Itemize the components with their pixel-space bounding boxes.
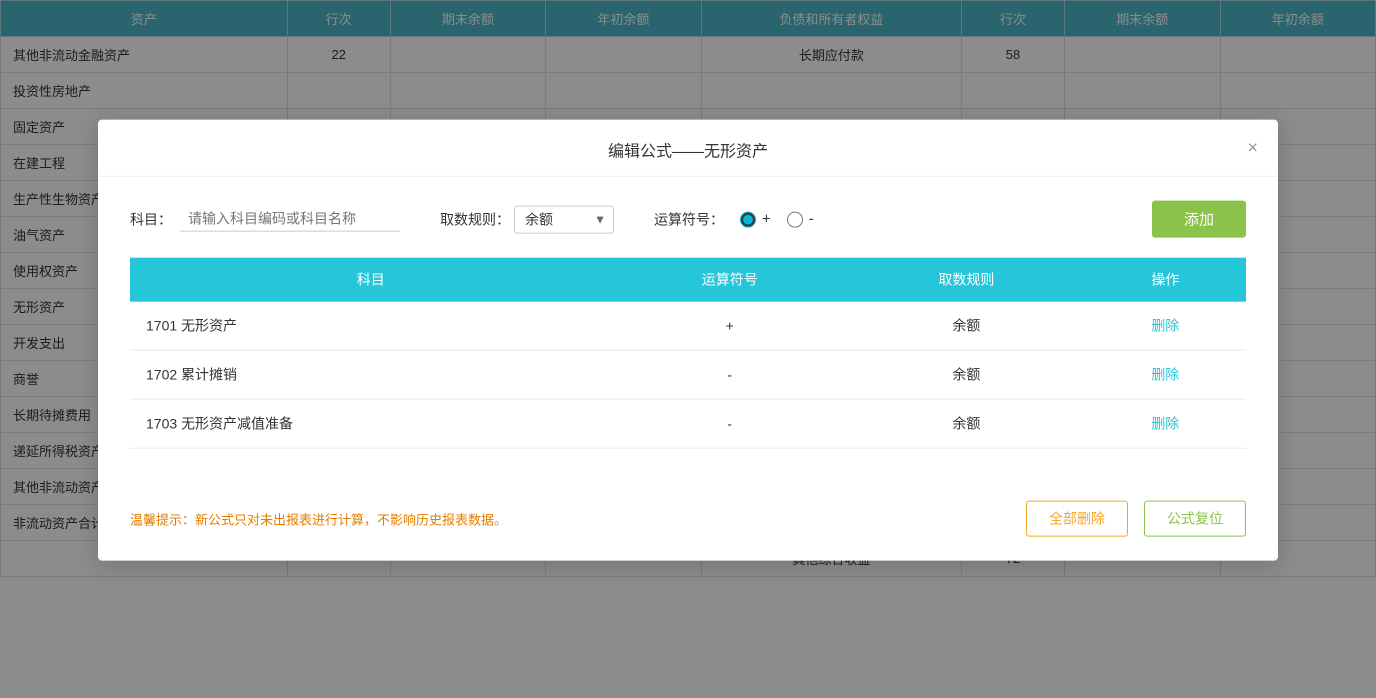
formula-form-row: 科目： 取数规则： 余额 借方 贷方 借方累计 贷方累计 ▼ 运算符号 xyxy=(130,201,1246,238)
table-header-row: 科目 运算符号 取数规则 操作 xyxy=(130,258,1246,302)
radio-minus-input[interactable] xyxy=(787,211,803,227)
modal-header: 编辑公式——无形资产 × xyxy=(98,120,1278,177)
rule-label: 取数规则： xyxy=(440,209,510,229)
formula-table: 科目 运算符号 取数规则 操作 1701 无形资产+余额删除1702 累计摊销-… xyxy=(130,258,1246,449)
col-subject: 科目 xyxy=(130,258,611,302)
subject-label: 科目： xyxy=(130,209,172,229)
subject-group: 科目： xyxy=(130,207,400,232)
modal-footer: 温馨提示：新公式只对未出报表进行计算，不影响历史报表数据。 全部删除 公式复位 xyxy=(98,489,1278,561)
formula-row: 1703 无形资产减值准备-余额删除 xyxy=(130,399,1246,448)
modal-title: 编辑公式——无形资产 xyxy=(608,138,768,162)
col-rule: 取数规则 xyxy=(848,258,1085,302)
rule-select[interactable]: 余额 借方 贷方 借方累计 贷方累计 xyxy=(514,205,614,233)
delete-all-button[interactable]: 全部删除 xyxy=(1026,501,1128,537)
radio-plus-item[interactable]: + xyxy=(740,211,771,228)
formula-row: 1702 累计摊销-余额删除 xyxy=(130,350,1246,399)
formula-row: 1701 无形资产+余额删除 xyxy=(130,302,1246,351)
footer-actions: 全部删除 公式复位 xyxy=(1026,501,1246,537)
rule-group: 取数规则： 余额 借方 贷方 借方累计 贷方累计 ▼ xyxy=(440,205,614,233)
operator-group: 运算符号： + - xyxy=(654,209,814,229)
rule-select-wrapper: 余额 借方 贷方 借方累计 贷方累计 ▼ xyxy=(514,205,614,233)
radio-plus-input[interactable] xyxy=(740,211,756,227)
reset-formula-button[interactable]: 公式复位 xyxy=(1144,501,1246,537)
operator-label: 运算符号： xyxy=(654,209,724,229)
col-action: 操作 xyxy=(1085,258,1246,302)
delete-row-button[interactable]: 删除 xyxy=(1151,318,1179,334)
radio-minus-item[interactable]: - xyxy=(787,211,814,228)
add-button[interactable]: 添加 xyxy=(1152,201,1246,238)
delete-row-button[interactable]: 删除 xyxy=(1151,367,1179,383)
operator-minus-label: - xyxy=(809,211,814,228)
edit-formula-modal: 编辑公式——无形资产 × 科目： 取数规则： 余额 借方 贷方 借方累计 贷方累… xyxy=(98,120,1278,561)
modal-close-button[interactable]: × xyxy=(1247,139,1258,157)
hint-text: 温馨提示：新公式只对未出报表进行计算，不影响历史报表数据。 xyxy=(130,509,1026,528)
subject-input[interactable] xyxy=(180,207,400,232)
delete-row-button[interactable]: 删除 xyxy=(1151,416,1179,432)
operator-plus-label: + xyxy=(762,211,771,228)
col-operator: 运算符号 xyxy=(611,258,848,302)
modal-body: 科目： 取数规则： 余额 借方 贷方 借方累计 贷方累计 ▼ 运算符号 xyxy=(98,177,1278,489)
